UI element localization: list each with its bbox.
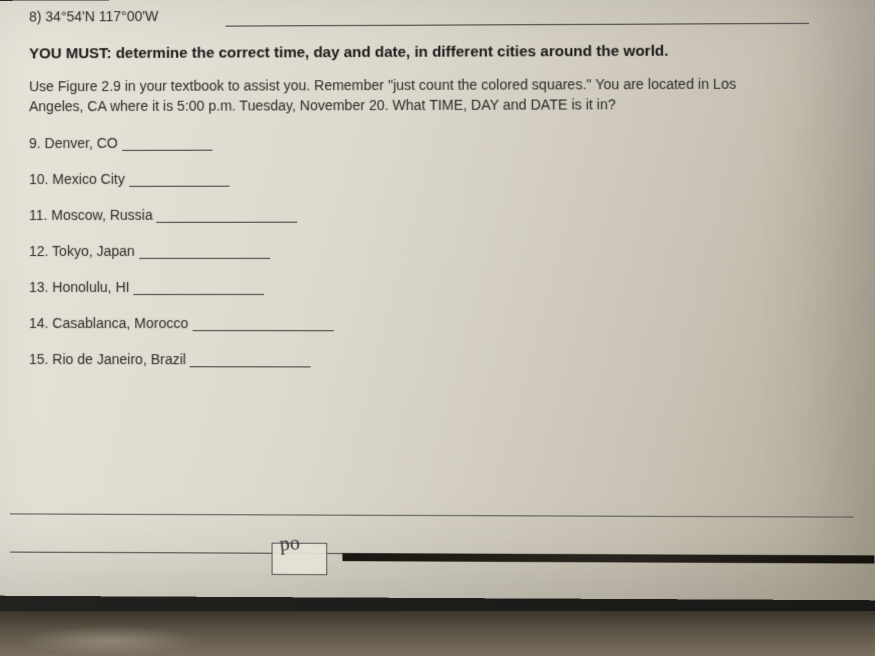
answer-blank[interactable] bbox=[139, 244, 270, 258]
question-label: 15. Rio de Janeiro, Brazil bbox=[29, 351, 186, 367]
question-label: 13. Honolulu, HI bbox=[29, 279, 130, 295]
question-label: 12. Tokyo, Japan bbox=[29, 242, 135, 258]
divider-line bbox=[225, 23, 809, 27]
question-label: 10. Mexico City bbox=[29, 170, 125, 186]
question-label: 9. Denver, CO bbox=[29, 135, 118, 151]
answer-blank[interactable] bbox=[134, 281, 265, 295]
desk-highlight bbox=[20, 626, 200, 656]
section-heading: YOU MUST: determine the correct time, da… bbox=[25, 42, 850, 63]
answer-blank[interactable] bbox=[192, 317, 333, 331]
answer-blank[interactable] bbox=[157, 208, 298, 222]
desk-surface bbox=[0, 611, 875, 656]
partial-previous-question: 8) 34°54'N 117°00'W bbox=[25, 4, 850, 24]
dark-strip bbox=[342, 553, 874, 564]
worksheet-paper: 8) 34°54'N 117°00'W YOU MUST: determine … bbox=[0, 0, 875, 600]
question-item: 14. Casablanca, Morocco bbox=[29, 315, 852, 331]
page-footer-area: po bbox=[0, 513, 875, 578]
instructions-text: Use Figure 2.9 in your textbook to assis… bbox=[25, 73, 851, 117]
footer-rule bbox=[10, 513, 854, 517]
question-item: 12. Tokyo, Japan bbox=[29, 242, 852, 259]
question-item: 15. Rio de Janeiro, Brazil bbox=[29, 351, 852, 368]
answer-blank[interactable] bbox=[129, 172, 229, 186]
question-list: 9. Denver, CO 10. Mexico City 11. Moscow… bbox=[25, 132, 852, 367]
question-item: 13. Honolulu, HI bbox=[29, 278, 852, 294]
question-label: 14. Casablanca, Morocco bbox=[29, 315, 188, 331]
question-item: 10. Mexico City bbox=[29, 169, 851, 187]
question-item: 11. Moscow, Russia bbox=[29, 205, 851, 222]
question-item: 9. Denver, CO bbox=[29, 132, 851, 150]
question-label: 11. Moscow, Russia bbox=[29, 206, 153, 222]
answer-blank[interactable] bbox=[190, 353, 311, 367]
answer-blank[interactable] bbox=[122, 136, 212, 150]
signature-mark: po bbox=[279, 532, 301, 557]
